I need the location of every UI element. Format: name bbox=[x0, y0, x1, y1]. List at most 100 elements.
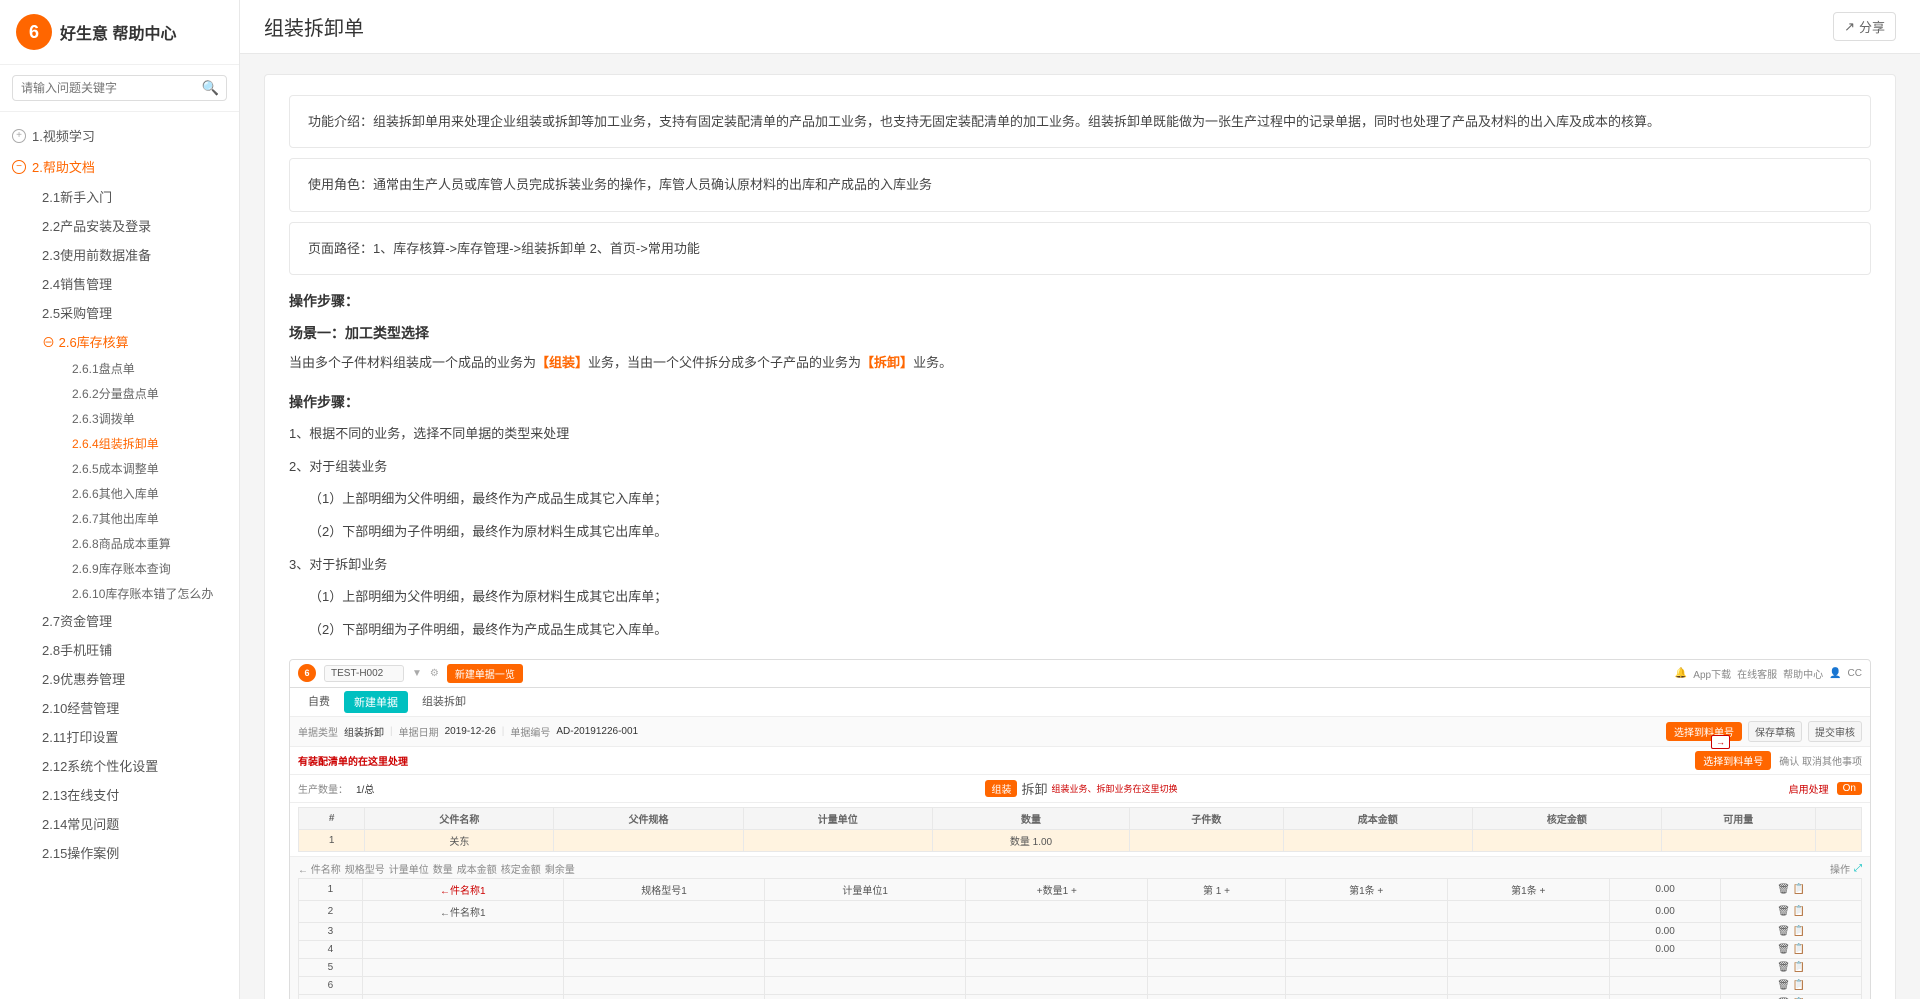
sidebar-item-cost-adjust[interactable]: 2.6.5成本调整单 bbox=[60, 456, 239, 481]
sc-user-icon: 👤 bbox=[1829, 668, 1841, 679]
sc-icon-bar: 🔔 App下载 在线客服 帮助中心 👤 CC bbox=[1675, 666, 1862, 681]
sidebar-item-sales[interactable]: 2.4销售管理 bbox=[30, 269, 239, 298]
sc-form-toolbar: 单据类型 组装拆卸 | 单据日期 2019-12-26 | 单据编号 AD-20… bbox=[290, 717, 1870, 747]
sc-col-avail: 可用量 bbox=[1662, 807, 1816, 829]
sc-app-logo: 6 bbox=[298, 664, 316, 682]
intro-block-2: 使用角色：通常由生产人员或库管人员完成拆装业务的操作，库管人员确认原材料的出库和… bbox=[289, 158, 1871, 211]
sc-sub-ops-label: 操作 bbox=[1830, 861, 1850, 876]
sc-submit-btn[interactable]: 提交审核 bbox=[1808, 721, 1862, 742]
app-name: 好生意 帮助中心 bbox=[60, 20, 176, 44]
sc-tab-home[interactable]: 自费 bbox=[298, 688, 340, 716]
sidebar-item-data-prep[interactable]: 2.3使用前数据准备 bbox=[30, 240, 239, 269]
table-row: 5 🗑 📋 bbox=[299, 958, 1862, 976]
sc-help-center: 帮助中心 bbox=[1783, 666, 1823, 681]
sc-annotation-notice: → bbox=[1711, 735, 1730, 749]
sc-col-approved: 核定金额 bbox=[1472, 807, 1661, 829]
sidebar-item-ledger-fix[interactable]: 2.6.10库存账本错了怎么办 bbox=[60, 581, 239, 606]
search-input[interactable] bbox=[12, 75, 227, 101]
table-row: 3 0.00 🗑 📋 bbox=[299, 922, 1862, 940]
sc-sub-header: ← 件名称 规格型号 计量单位 数量 成本金额 核定金额 剩余量 操作 ⤢ bbox=[298, 859, 1862, 878]
sc-col-child-num: 子件数 bbox=[1130, 807, 1284, 829]
sc-col-num: # bbox=[299, 807, 365, 829]
sidebar-item-print[interactable]: 2.11打印设置 bbox=[30, 722, 239, 751]
sc-col-ops bbox=[1815, 807, 1861, 829]
sidebar-item-coupon[interactable]: 2.9优惠券管理 bbox=[30, 664, 239, 693]
sc-bell-icon: 🔔 bbox=[1675, 668, 1687, 679]
nav-sub-inventory: 2.6.1盘点单 2.6.2分量盘点单 2.6.3调拨单 2.6.4组装拆卸单 … bbox=[30, 356, 239, 606]
sc-type-row: 生产数量： 1/总 组装 拆卸 组装业务、拆卸业务在这里切换 启用处理 On bbox=[290, 775, 1870, 803]
share-icon: ↗ bbox=[1844, 19, 1855, 35]
sc-settings-icon: ⚙ bbox=[430, 668, 439, 679]
step3-2: （2）下部明细为子件明细，最终作为产成品生成其它入库单。 bbox=[289, 618, 1871, 643]
sc-col-cost: 成本金额 bbox=[1283, 807, 1472, 829]
sidebar-item-faq[interactable]: 2.14常见问题 bbox=[30, 809, 239, 838]
table-row: 1 ←件名称1 规格型号1 计量单位1 +数量1 + 第 1 + 第1条 + 第… bbox=[299, 878, 1862, 900]
sidebar-item-label: 2.帮助文档 bbox=[32, 157, 95, 176]
sc-tab-assembly[interactable]: 组装拆卸 bbox=[412, 688, 476, 716]
sc-type-annotation: 组装业务、拆卸业务在这里切换 bbox=[1052, 782, 1178, 795]
sidebar-item-assembly[interactable]: 2.6.4组装拆卸单 bbox=[60, 431, 239, 456]
topbar: 组装拆卸单 ↗ 分享 bbox=[240, 0, 1920, 54]
sidebar-item-ledger-query[interactable]: 2.6.9库存账本查询 bbox=[60, 556, 239, 581]
sc-tab-new-order[interactable]: 新建单据 bbox=[344, 691, 408, 713]
content-wrapper: 功能介绍：组装拆卸单用来处理企业组装或拆卸等加工业务，支持有固定装配清单的产品加… bbox=[264, 74, 1896, 999]
sc-col-unit: 计量单位 bbox=[743, 807, 932, 829]
sidebar-item-purchase[interactable]: 2.5采购管理 bbox=[30, 298, 239, 327]
sc-sub-qty-label: 数量 bbox=[433, 861, 453, 876]
search-area[interactable]: 🔍 bbox=[0, 65, 239, 112]
sc-cell bbox=[1283, 829, 1472, 851]
sc-notice-text: 有装配清单的在这里处理 bbox=[298, 753, 408, 768]
sc-sub-spec-label: 规格型号 bbox=[345, 861, 385, 876]
steps-title: 操作步骤： bbox=[289, 392, 1871, 412]
sidebar-item-video[interactable]: + 1.视频学习 bbox=[0, 120, 239, 151]
screenshot: 6 TEST-H002 ▼ ⚙ 新建单据一览 🔔 App下载 在线客服 帮助中心… bbox=[289, 659, 1871, 999]
sidebar-item-transfer[interactable]: 2.6.3调拨单 bbox=[60, 406, 239, 431]
sc-col-parent-name: 父件名称 bbox=[365, 807, 554, 829]
sc-sub-unit-label: 计量单位 bbox=[389, 861, 429, 876]
sc-enable-btn[interactable]: On bbox=[1837, 782, 1862, 795]
sc-select-order-btn[interactable]: 选择到料单号 bbox=[1666, 722, 1742, 741]
sidebar-item-newbie[interactable]: 2.1新手入门 bbox=[30, 182, 239, 211]
sc-sub-cost-label: 成本金额 bbox=[457, 861, 497, 876]
sc-new-order-btn[interactable]: 新建单据一览 bbox=[447, 664, 523, 683]
step3-1: （1）上部明细为父件明细，最终作为原材料生成其它出库单； bbox=[289, 585, 1871, 610]
sc-cell: 数量 1.00 bbox=[932, 829, 1129, 851]
sc-code-label: 单据编号 bbox=[510, 724, 550, 739]
sc-col-parent-spec: 父件规格 bbox=[554, 807, 743, 829]
sidebar-item-cost-recalc[interactable]: 2.6.8商品成本重算 bbox=[60, 531, 239, 556]
sidebar-item-stocktake[interactable]: 2.6.1盘点单 bbox=[60, 356, 239, 381]
sidebar-item-finance[interactable]: 2.7资金管理 bbox=[30, 606, 239, 635]
table-row: 7 🗑 📋 bbox=[299, 994, 1862, 999]
sc-company-input: TEST-H002 bbox=[324, 665, 404, 682]
sidebar-item-mobile[interactable]: 2.8手机旺铺 bbox=[30, 635, 239, 664]
sidebar-item-inventory[interactable]: ⊖ 2.6库存核算 bbox=[30, 327, 239, 356]
sc-titlebar: 6 TEST-H002 ▼ ⚙ 新建单据一览 🔔 App下载 在线客服 帮助中心… bbox=[290, 660, 1870, 688]
share-button[interactable]: ↗ 分享 bbox=[1833, 12, 1896, 41]
sidebar-item-install[interactable]: 2.2产品安装及登录 bbox=[30, 211, 239, 240]
sidebar-item-partial-stocktake[interactable]: 2.6.2分量盘点单 bbox=[60, 381, 239, 406]
sidebar-item-other-out[interactable]: 2.6.7其他出库单 bbox=[60, 506, 239, 531]
sidebar-item-other-in[interactable]: 2.6.6其他入库单 bbox=[60, 481, 239, 506]
sidebar-item-payment[interactable]: 2.13在线支付 bbox=[30, 780, 239, 809]
sc-notice-action-btn[interactable]: 选择到料单号 bbox=[1695, 751, 1771, 770]
sc-sub-label: ← 件名称 bbox=[298, 861, 341, 876]
sidebar-item-operation[interactable]: 2.10经营管理 bbox=[30, 693, 239, 722]
sidebar-item-personalize[interactable]: 2.12系统个性化设置 bbox=[30, 751, 239, 780]
sc-sub-area: ← 件名称 规格型号 计量单位 数量 成本金额 核定金额 剩余量 操作 ⤢ bbox=[290, 856, 1870, 999]
sc-sub-table: 1 ←件名称1 规格型号1 计量单位1 +数量1 + 第 1 + 第1条 + 第… bbox=[298, 878, 1862, 999]
sidebar-item-docs[interactable]: − 2.帮助文档 bbox=[0, 151, 239, 182]
sc-enable-label: 启用处理 bbox=[1789, 781, 1829, 796]
sidebar-item-label: ⊖ 2.6库存核算 bbox=[42, 335, 129, 350]
sidebar-item-cases[interactable]: 2.15操作案例 bbox=[30, 838, 239, 867]
search-icon: 🔍 bbox=[202, 80, 219, 97]
sc-save-draft-btn[interactable]: 保存草稿 bbox=[1748, 721, 1802, 742]
sc-customer-service: 在线客服 bbox=[1737, 666, 1777, 681]
step1: 1、根据不同的业务，选择不同单据的类型来处理 bbox=[289, 422, 1871, 447]
sc-user-name: CC bbox=[1848, 668, 1862, 679]
sc-cell bbox=[1472, 829, 1661, 851]
step2-2: （2）下部明细为子件明细，最终作为原材料生成其它出库单。 bbox=[289, 520, 1871, 545]
sc-notice-bar: 有装配清单的在这里处理 选择到料单号 确认 取消其他事项 → bbox=[290, 747, 1870, 775]
step2: 2、对于组装业务 bbox=[289, 455, 1871, 480]
sidebar-item-label: 1.视频学习 bbox=[32, 126, 95, 145]
sc-date-val: 2019-12-26 bbox=[445, 726, 496, 737]
